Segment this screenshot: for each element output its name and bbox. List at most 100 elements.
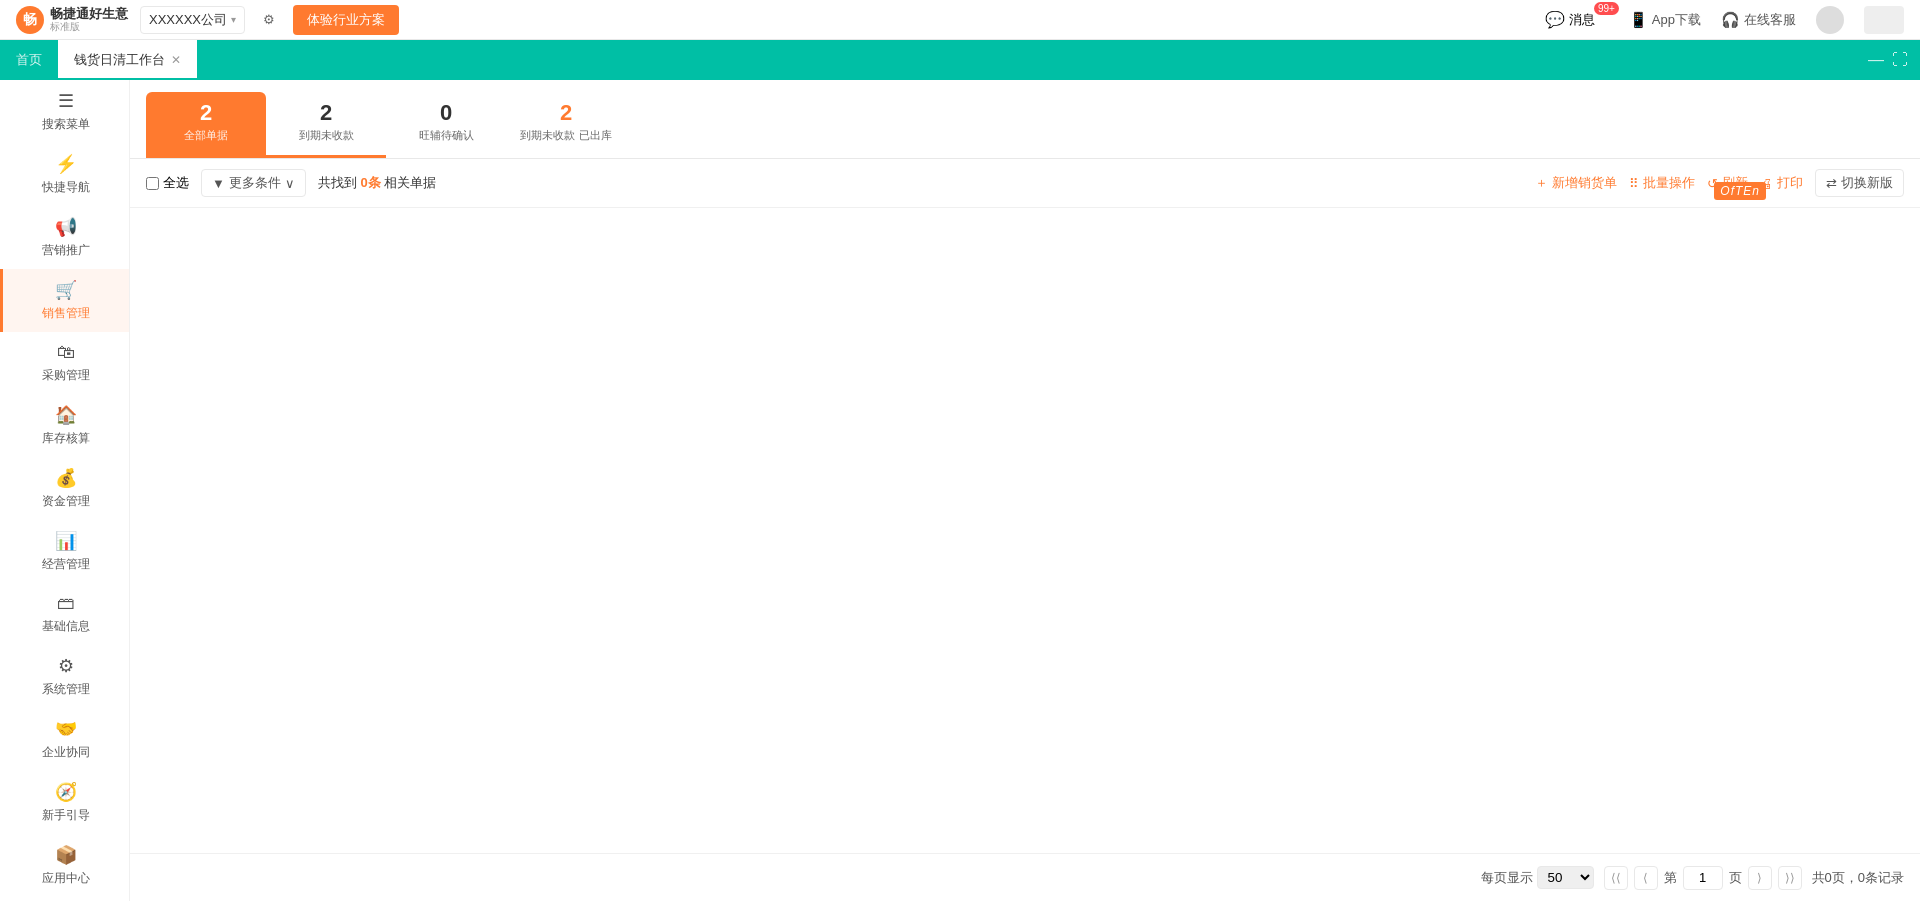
maximize-icon[interactable]: ⛶ bbox=[1892, 51, 1908, 69]
sidebar-label-6: 资金管理 bbox=[42, 493, 90, 510]
tab-home[interactable]: 首页 bbox=[0, 40, 58, 80]
top-bar-left: 畅 畅捷通好生意 标准版 XXXXXX公司 ▾ ⚙ 体验行业方案 bbox=[16, 5, 399, 35]
filter-icon: ▼ bbox=[212, 176, 225, 191]
content-area: 2全部单据2到期未收款0旺辅待确认2到期未收款 已出库 全选 ▼ 更多条件 ∨ … bbox=[130, 80, 1920, 901]
filter-label: 更多条件 bbox=[229, 174, 281, 192]
found-count: 0条 bbox=[361, 175, 381, 190]
chevron-icon: ∨ bbox=[285, 176, 295, 191]
batch-label: 批量操作 bbox=[1643, 174, 1695, 192]
found-text: 共找到 0条 相关单据 bbox=[318, 174, 436, 192]
stat-label-0: 全部单据 bbox=[158, 128, 254, 143]
stat-label-2: 旺辅待确认 bbox=[398, 128, 494, 143]
sidebar-item-9[interactable]: ⚙ 系统管理 bbox=[0, 645, 129, 708]
company-selector[interactable]: XXXXXX公司 ▾ bbox=[140, 6, 245, 34]
tab-work-desk[interactable]: 钱货日清工作台 ✕ bbox=[58, 40, 197, 80]
switch-new-version-button[interactable]: ⇄ 切换新版 bbox=[1815, 169, 1904, 197]
last-page-button[interactable]: ⟩⟩ bbox=[1778, 866, 1802, 890]
sidebar-item-2[interactable]: 📢 营销推广 bbox=[0, 206, 129, 269]
stat-tab-0[interactable]: 2 全部单据 bbox=[146, 92, 266, 158]
sidebar-label-11: 新手引导 bbox=[42, 807, 90, 824]
batch-operation-button[interactable]: ⠿ 批量操作 bbox=[1629, 174, 1695, 192]
sidebar-item-0[interactable]: ☰ 搜索菜单 bbox=[0, 80, 129, 143]
first-page-button[interactable]: ⟨⟨ bbox=[1604, 866, 1628, 890]
filter-button[interactable]: ▼ 更多条件 ∨ bbox=[201, 169, 306, 197]
settings-icon[interactable]: ⚙ bbox=[257, 8, 281, 32]
sidebar-label-4: 采购管理 bbox=[42, 367, 90, 384]
select-all-label: 全选 bbox=[163, 174, 189, 192]
stat-num-2: 0 bbox=[398, 100, 494, 126]
message-area[interactable]: 💬 消息 99+ bbox=[1545, 10, 1609, 29]
sidebar-label-0: 搜索菜单 bbox=[42, 116, 90, 133]
sidebar-item-10[interactable]: 🤝企业协同 bbox=[0, 708, 129, 771]
per-page-select[interactable]: 50 100 200 bbox=[1537, 866, 1594, 889]
sidebar-item-12[interactable]: 📦应用中心 bbox=[0, 834, 129, 897]
phone-icon: 📱 bbox=[1629, 11, 1648, 29]
stat-num-0: 2 bbox=[158, 100, 254, 126]
top-bar-right: 💬 消息 99+ 📱 App下载 🎧 在线客服 bbox=[1545, 6, 1904, 34]
app-download[interactable]: 📱 App下载 bbox=[1629, 11, 1701, 29]
sidebar-item-5[interactable]: 🏠库存核算 bbox=[0, 394, 129, 457]
tab-bar: 首页 钱货日清工作台 ✕ — ⛶ bbox=[0, 40, 1920, 80]
sidebar-item-4[interactable]: 🛍 采购管理 bbox=[0, 332, 129, 394]
sidebar-icon-1: ⚡ bbox=[55, 153, 77, 175]
page-input[interactable] bbox=[1683, 866, 1723, 890]
stat-tab-2[interactable]: 0 旺辅待确认 bbox=[386, 92, 506, 158]
app-download-label: App下载 bbox=[1652, 11, 1701, 29]
pagination: 每页显示 50 100 200 ⟨⟨ ⟨ 第 页 ⟩ ⟩⟩ 共0页，0条记录 bbox=[130, 853, 1920, 901]
username-area[interactable] bbox=[1864, 6, 1904, 34]
sidebar-item-7[interactable]: 📊经营管理 bbox=[0, 520, 129, 583]
sidebar-label-1: 快捷导航 bbox=[42, 179, 90, 196]
prev-page-button[interactable]: ⟨ bbox=[1634, 866, 1658, 890]
sidebar-label-8: 基础信息 bbox=[42, 618, 90, 635]
stat-label-3: 到期未收款 已出库 bbox=[518, 128, 614, 143]
batch-icon: ⠿ bbox=[1629, 176, 1639, 191]
page-suffix: 页 bbox=[1729, 869, 1742, 887]
sidebar-label-10: 企业协同 bbox=[42, 744, 90, 761]
chevron-down-icon: ▾ bbox=[231, 14, 236, 25]
sidebar-label-2: 营销推广 bbox=[42, 242, 90, 259]
checkbox-input[interactable] bbox=[146, 177, 159, 190]
sidebar-icon-2: 📢 bbox=[55, 216, 77, 238]
sidebar-item-3[interactable]: 🛒销售管理 bbox=[0, 269, 129, 332]
minimize-icon[interactable]: — bbox=[1868, 51, 1884, 69]
sidebar-item-8[interactable]: 🗃基础信息 bbox=[0, 583, 129, 645]
sidebar-icon-12: 📦 bbox=[55, 844, 77, 866]
stat-tab-1[interactable]: 2到期未收款 bbox=[266, 92, 386, 158]
stat-tab-3[interactable]: 2到期未收款 已出库 bbox=[506, 92, 626, 158]
message-label: 消息 bbox=[1569, 11, 1595, 29]
stats-tabs: 2 全部单据 2到期未收款 0 旺辅待确认 2到期未收款 已出库 bbox=[130, 80, 1920, 159]
sidebar-item-6[interactable]: 💰 资金管理 bbox=[0, 457, 129, 520]
stat-label-1: 到期未收款 bbox=[278, 128, 374, 143]
tab-home-label: 首页 bbox=[16, 51, 42, 69]
sidebar-item-1[interactable]: ⚡ 快捷导航 bbox=[0, 143, 129, 206]
online-service[interactable]: 🎧 在线客服 bbox=[1721, 11, 1796, 29]
print-button[interactable]: 🖨 打印 bbox=[1760, 174, 1803, 192]
often-badge: OfTEn bbox=[1714, 182, 1766, 200]
table-area bbox=[130, 208, 1920, 853]
select-all-checkbox[interactable]: 全选 bbox=[146, 174, 189, 192]
sidebar-icon-6: 💰 bbox=[55, 467, 77, 489]
message-badge: 99+ bbox=[1594, 2, 1619, 15]
sidebar-icon-0: ☰ bbox=[58, 90, 74, 112]
tab-close-icon[interactable]: ✕ bbox=[171, 53, 181, 67]
sidebar-item-11[interactable]: 🧭新手引导 bbox=[0, 771, 129, 834]
company-name: XXXXXX公司 bbox=[149, 11, 227, 29]
next-page-button[interactable]: ⟩ bbox=[1748, 866, 1772, 890]
experience-button[interactable]: 体验行业方案 bbox=[293, 5, 399, 35]
total-info: 共0页，0条记录 bbox=[1812, 869, 1904, 887]
sidebar-icon-5: 🏠 bbox=[55, 404, 77, 426]
avatar[interactable] bbox=[1816, 6, 1844, 34]
switch-icon: ⇄ bbox=[1826, 176, 1837, 191]
sidebar-label-9: 系统管理 bbox=[42, 681, 90, 698]
sidebar-item-13[interactable]: 💬企业微信 bbox=[0, 897, 129, 901]
plus-icon: ＋ bbox=[1535, 174, 1548, 192]
tab-work-desk-label: 钱货日清工作台 bbox=[74, 51, 165, 69]
logo-icon: 畅 bbox=[16, 6, 44, 34]
app-title: 畅捷通好生意 bbox=[50, 6, 128, 22]
sidebar-icon-9: ⚙ bbox=[58, 655, 74, 677]
sidebar-icon-4: 🛍 bbox=[57, 342, 75, 363]
online-service-label: 在线客服 bbox=[1744, 11, 1796, 29]
per-page-label: 每页显示 bbox=[1481, 869, 1533, 887]
add-sales-order-button[interactable]: ＋ 新增销货单 bbox=[1535, 174, 1617, 192]
sidebar-icon-7: 📊 bbox=[55, 530, 77, 552]
